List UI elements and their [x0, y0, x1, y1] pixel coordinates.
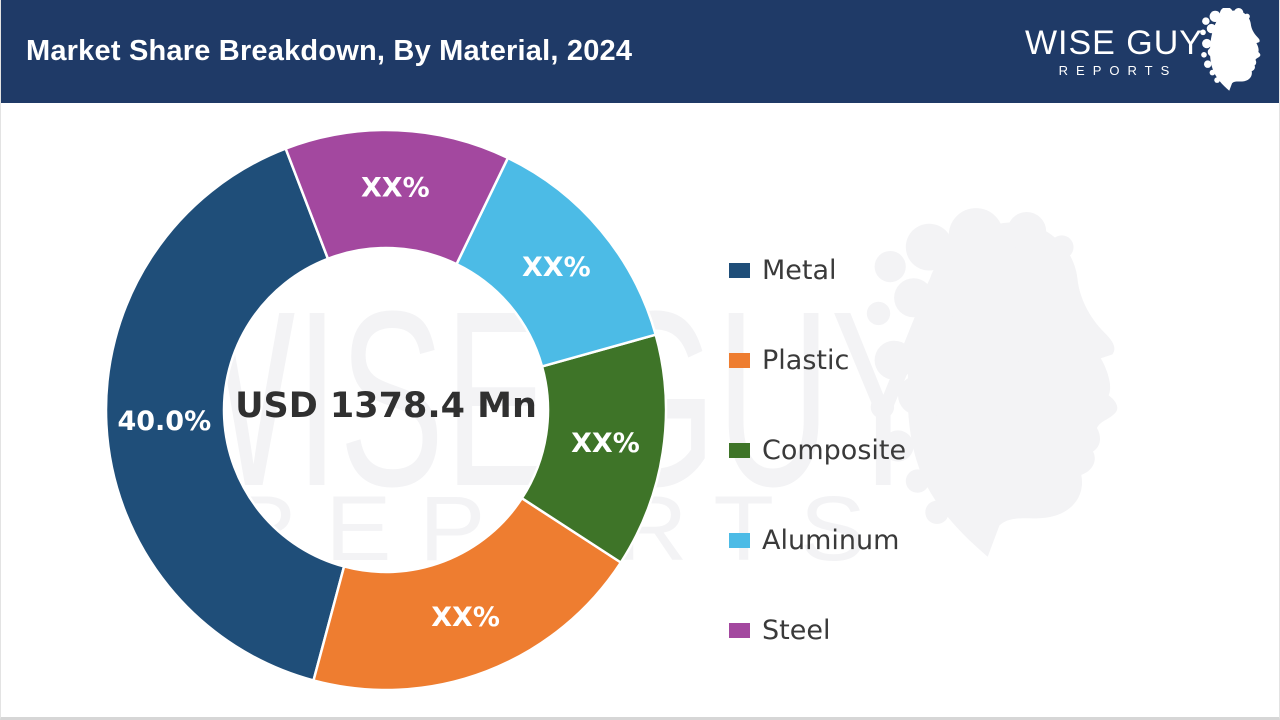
legend-swatch-steel — [729, 622, 750, 638]
legend-item-steel: Steel — [729, 616, 906, 644]
logo-brand-subtitle: REPORTS — [1058, 63, 1178, 78]
legend-swatch-metal — [729, 262, 750, 278]
donut-chart: 40.0%XX%XX%XX%XX% — [104, 128, 668, 692]
donut-label-plastic: XX% — [431, 602, 500, 633]
logo-text: WISE GUY REPORTS — [1025, 26, 1203, 77]
report-chart-page: WISE GUY R E P O R T S Market Share Brea… — [0, 0, 1280, 720]
legend-swatch-aluminum — [729, 532, 750, 548]
legend-swatch-composite — [729, 442, 750, 458]
legend-swatch-plastic — [729, 352, 750, 368]
chart-legend: Metal Plastic Composite Aluminum Steel — [729, 256, 906, 706]
legend-item-composite: Composite — [729, 436, 906, 464]
donut-label-composite: XX% — [571, 428, 640, 459]
legend-item-metal: Metal — [729, 256, 906, 284]
legend-label-composite: Composite — [762, 434, 907, 466]
donut-label-steel: XX% — [361, 173, 430, 204]
legend-label-aluminum: Aluminum — [762, 524, 900, 556]
legend-item-aluminum: Aluminum — [729, 526, 906, 554]
legend-item-plastic: Plastic — [729, 346, 906, 374]
legend-label-plastic: Plastic — [762, 344, 850, 376]
donut-label-aluminum: XX% — [522, 252, 591, 283]
wiseguy-logo: WISE GUY REPORTS — [1025, 7, 1269, 96]
logo-face-icon — [1200, 7, 1261, 91]
page-title: Market Share Breakdown, By Material, 202… — [26, 35, 633, 67]
logo-brand-name: WISE GUY — [1024, 24, 1203, 62]
legend-label-metal: Metal — [762, 254, 837, 286]
chart-center-value: USD 1378.4 Mn — [235, 386, 537, 426]
header-bar: Market Share Breakdown, By Material, 202… — [1, 0, 1279, 103]
legend-label-steel: Steel — [762, 614, 831, 646]
